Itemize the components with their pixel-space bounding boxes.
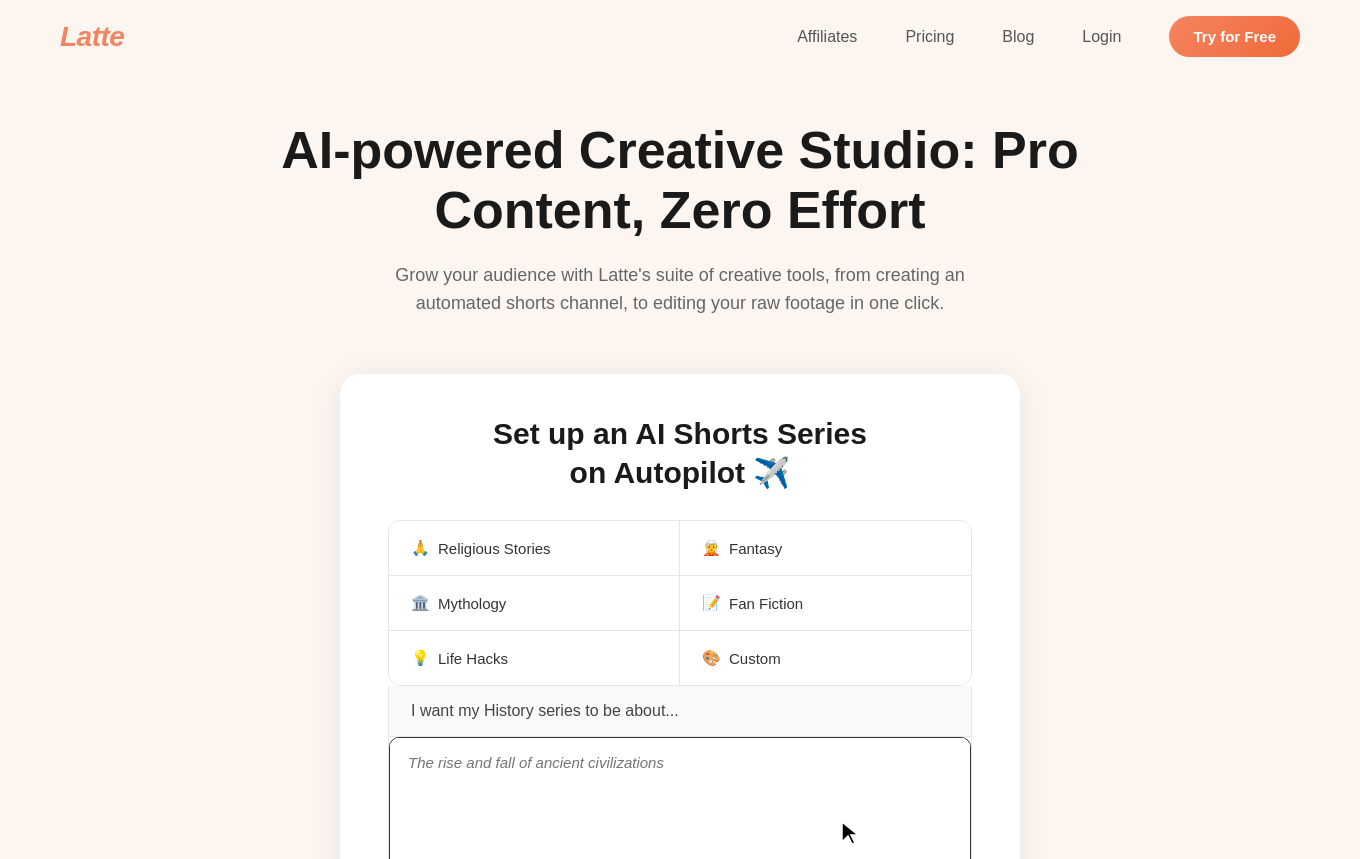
- category-grid: 🙏 Religious Stories 🧝 Fantasy 🏛️ Mytholo…: [388, 520, 972, 686]
- category-item-lifehacks[interactable]: 💡 Life Hacks: [389, 631, 680, 685]
- mythology-emoji: 🏛️: [411, 594, 430, 612]
- brand-logo[interactable]: Latte: [60, 21, 124, 53]
- category-item-custom[interactable]: 🎨 Custom: [680, 631, 971, 685]
- textarea-row: [389, 737, 971, 859]
- fanfiction-emoji: 📝: [702, 594, 721, 612]
- nav-affiliates[interactable]: Affiliates: [797, 28, 857, 46]
- category-item-mythology[interactable]: 🏛️ Mythology: [389, 576, 680, 631]
- category-label-religious: Religious Stories: [438, 540, 551, 557]
- topic-input[interactable]: [390, 738, 970, 859]
- hero-headline: AI-powered Creative Studio: Pro Content,…: [230, 121, 1130, 241]
- demo-title-line2: on Autopilot ✈️: [570, 456, 791, 489]
- category-label-fantasy: Fantasy: [729, 540, 782, 557]
- try-free-button[interactable]: Try for Free: [1169, 16, 1300, 57]
- input-area-container: [389, 737, 971, 859]
- hero-section: AI-powered Creative Studio: Pro Content,…: [0, 73, 1360, 350]
- fantasy-emoji: 🧝: [702, 539, 721, 557]
- nav-blog[interactable]: Blog: [1002, 28, 1034, 46]
- category-item-fantasy[interactable]: 🧝 Fantasy: [680, 521, 971, 576]
- category-item-fanfiction[interactable]: 📝 Fan Fiction: [680, 576, 971, 631]
- category-label-mythology: Mythology: [438, 595, 506, 612]
- demo-container: Set up an AI Shorts Series on Autopilot …: [0, 350, 1360, 859]
- nav-login[interactable]: Login: [1082, 28, 1121, 46]
- category-label-custom: Custom: [729, 650, 781, 667]
- main-nav: Affiliates Pricing Blog Login Try for Fr…: [797, 16, 1300, 57]
- category-label-fanfiction: Fan Fiction: [729, 595, 803, 612]
- demo-card: Set up an AI Shorts Series on Autopilot …: [340, 374, 1020, 859]
- hero-subheadline: Grow your audience with Latte's suite of…: [390, 261, 970, 319]
- demo-title-line1: Set up an AI Shorts Series: [493, 417, 867, 450]
- lifehacks-emoji: 💡: [411, 649, 430, 667]
- input-section: I want my History series to be about...: [388, 686, 972, 859]
- religious-emoji: 🙏: [411, 539, 430, 557]
- input-label: I want my History series to be about...: [389, 686, 971, 737]
- demo-title: Set up an AI Shorts Series on Autopilot …: [388, 414, 972, 492]
- custom-emoji: 🎨: [702, 649, 721, 667]
- nav-pricing[interactable]: Pricing: [905, 28, 954, 46]
- category-item-religious[interactable]: 🙏 Religious Stories: [389, 521, 680, 576]
- category-label-lifehacks: Life Hacks: [438, 650, 508, 667]
